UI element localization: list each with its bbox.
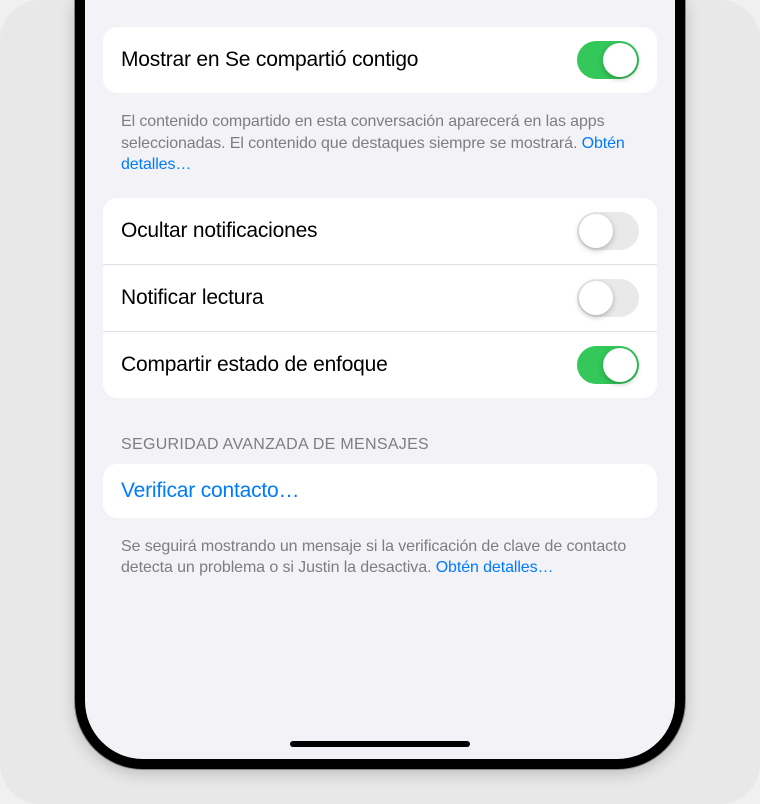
- show-in-shared-toggle[interactable]: [577, 41, 639, 79]
- shared-with-you-footer: El contenido compartido en esta conversa…: [103, 103, 657, 198]
- share-focus-label: Compartir estado de enfoque: [121, 352, 388, 378]
- verify-contact-row[interactable]: Verificar contacto…: [103, 464, 657, 518]
- hide-notifications-toggle[interactable]: [577, 212, 639, 250]
- advanced-security-group: Verificar contacto…: [103, 464, 657, 518]
- home-indicator[interactable]: [290, 741, 470, 747]
- outer-container: Mostrar en Se compartió contigo El conte…: [0, 0, 760, 804]
- hide-notifications-row[interactable]: Ocultar notificaciones: [103, 198, 657, 264]
- verify-details-link[interactable]: Obtén detalles…: [436, 559, 554, 576]
- toggle-knob: [603, 43, 637, 77]
- footer-text-1: El contenido compartido en esta conversa…: [121, 113, 604, 152]
- settings-content: Mostrar en Se compartió contigo El conte…: [85, 0, 675, 611]
- phone-frame: Mostrar en Se compartió contigo El conte…: [75, 0, 685, 769]
- share-focus-toggle[interactable]: [577, 346, 639, 384]
- toggle-knob: [603, 348, 637, 382]
- verify-contact-footer: Se seguirá mostrando un mensaje si la ve…: [103, 528, 657, 601]
- toggle-knob: [579, 281, 613, 315]
- hide-notifications-label: Ocultar notificaciones: [121, 218, 317, 244]
- share-focus-row[interactable]: Compartir estado de enfoque: [103, 331, 657, 398]
- advanced-security-header: SEGURIDAD AVANZADA DE MENSAJES: [103, 408, 657, 464]
- show-in-shared-label: Mostrar en Se compartió contigo: [121, 47, 418, 73]
- shared-with-you-group: Mostrar en Se compartió contigo: [103, 27, 657, 93]
- notifications-group: Ocultar notificaciones Notificar lectura…: [103, 198, 657, 398]
- read-receipts-label: Notificar lectura: [121, 285, 263, 311]
- verify-contact-label: Verificar contacto…: [121, 479, 299, 503]
- phone-screen: Mostrar en Se compartió contigo El conte…: [85, 0, 675, 759]
- read-receipts-row[interactable]: Notificar lectura: [103, 264, 657, 331]
- toggle-knob: [579, 214, 613, 248]
- show-in-shared-row[interactable]: Mostrar en Se compartió contigo: [103, 27, 657, 93]
- read-receipts-toggle[interactable]: [577, 279, 639, 317]
